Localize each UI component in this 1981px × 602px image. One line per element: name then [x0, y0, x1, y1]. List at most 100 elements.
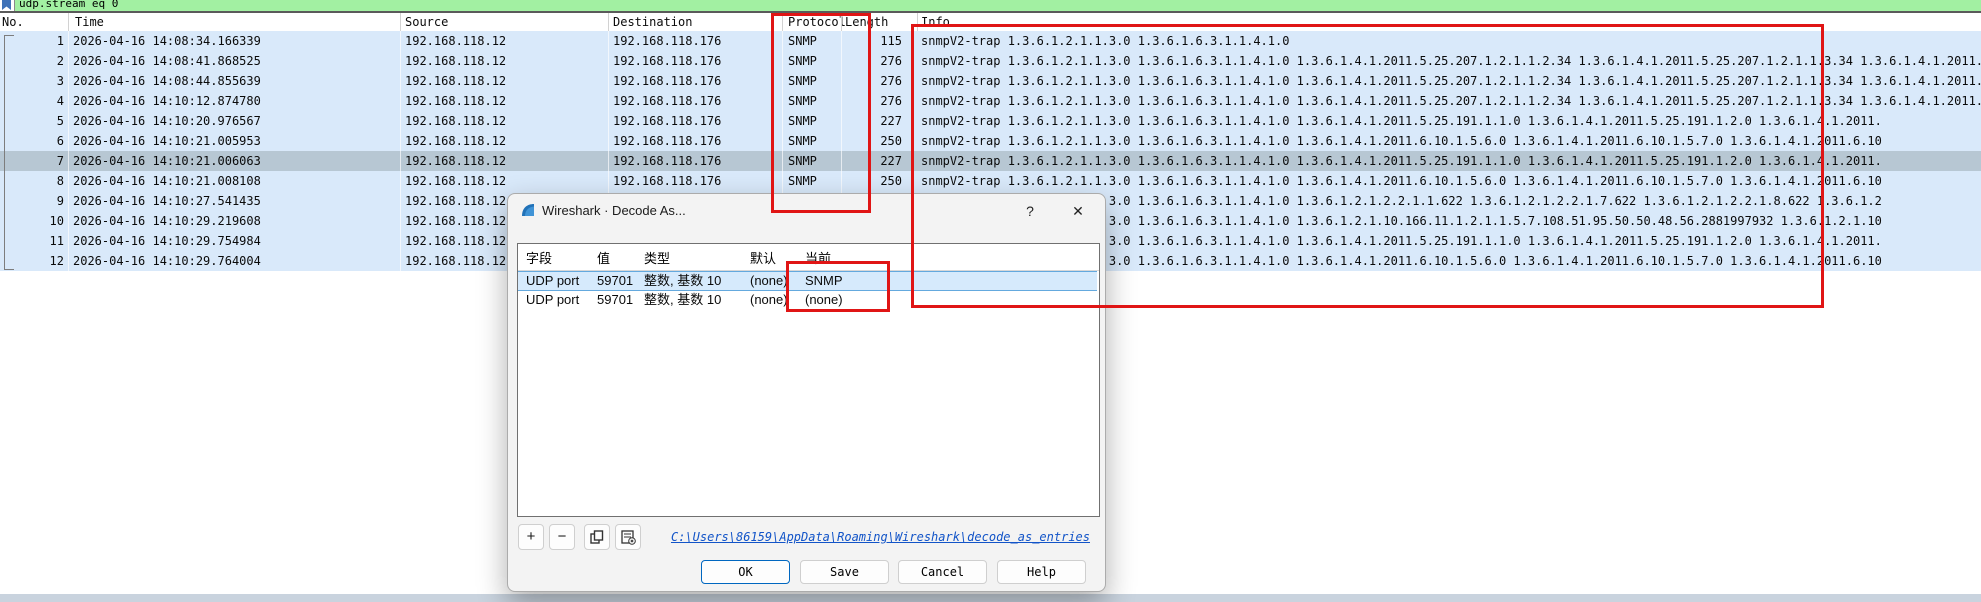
- conversation-bracket: [4, 35, 14, 270]
- cell-protocol: SNMP: [788, 114, 817, 128]
- cell-protocol: SNMP: [788, 34, 817, 48]
- cell-destination: 192.168.118.176: [613, 94, 722, 108]
- row-column-divider: [68, 31, 69, 271]
- ok-button[interactable]: OK: [701, 560, 790, 584]
- display-filter-bar[interactable]: udp.stream eq 0: [0, 0, 1981, 13]
- col-header-source[interactable]: Source: [405, 15, 448, 29]
- cell-no: 6: [56, 134, 64, 148]
- cell-destination: 192.168.118.176: [613, 154, 722, 168]
- cell-no: 10: [49, 214, 64, 228]
- packet-row-6[interactable]: 6 2026-04-16 14:10:21.005953 192.168.118…: [0, 131, 1981, 151]
- cell-no: 9: [56, 194, 64, 208]
- cell-current[interactable]: (none): [805, 291, 843, 309]
- cell-source: 192.168.118.12: [405, 94, 507, 108]
- cell-no: 1: [56, 34, 64, 48]
- packet-row-1[interactable]: 1 2026-04-16 14:08:34.166339 192.168.118…: [0, 31, 1981, 51]
- cell-time: 2026-04-16 14:10:27.541435: [73, 194, 261, 208]
- col-header-default[interactable]: 默认: [750, 248, 776, 267]
- cell-time: 2026-04-16 14:10:12.874780: [73, 94, 261, 108]
- col-header-info[interactable]: Info: [921, 15, 950, 29]
- packet-row-3[interactable]: 3 2026-04-16 14:08:44.855639 192.168.118…: [0, 71, 1981, 91]
- help-button[interactable]: Help: [997, 560, 1086, 584]
- save-button[interactable]: Save: [800, 560, 889, 584]
- cell-time: 2026-04-16 14:08:41.868525: [73, 54, 261, 68]
- col-header-value[interactable]: 值: [597, 248, 610, 267]
- cell-source: 192.168.118.12: [405, 114, 507, 128]
- cell-current[interactable]: SNMP: [805, 272, 843, 290]
- column-divider[interactable]: [68, 13, 69, 31]
- cell-info: snmpV2-trap 1.3.6.1.2.1.1.3.0 1.3.6.1.6.…: [921, 74, 1981, 88]
- cell-source: 192.168.118.12: [405, 134, 507, 148]
- taskbar-edge: [0, 594, 1981, 602]
- cell-no: 8: [56, 174, 64, 188]
- column-divider[interactable]: [917, 13, 918, 31]
- col-header-type[interactable]: 类型: [644, 248, 670, 267]
- cell-protocol: SNMP: [788, 174, 817, 188]
- clear-rules-button[interactable]: [615, 524, 641, 550]
- cell-time: 2026-04-16 14:10:21.005953: [73, 134, 261, 148]
- column-divider[interactable]: [400, 13, 401, 31]
- col-header-length[interactable]: Length: [845, 15, 888, 29]
- packet-row-5[interactable]: 5 2026-04-16 14:10:20.976567 192.168.118…: [0, 111, 1981, 131]
- packet-row-4[interactable]: 4 2026-04-16 14:10:12.874780 192.168.118…: [0, 91, 1981, 111]
- column-divider[interactable]: [608, 13, 609, 31]
- wireshark-window: udp.stream eq 0 No. Time Source Destinat…: [0, 0, 1981, 602]
- cell-protocol: SNMP: [788, 94, 817, 108]
- cell-info: snmpV2-trap 1.3.6.1.2.1.1.3.0 1.3.6.1.6.…: [921, 154, 1882, 168]
- cell-value: 59701: [597, 273, 634, 288]
- cell-destination: 192.168.118.176: [613, 74, 722, 88]
- column-divider[interactable]: [841, 13, 842, 31]
- add-rule-button[interactable]: +: [518, 524, 544, 550]
- decode-as-entries-path-link[interactable]: C:\Users\86159\AppData\Roaming\Wireshark…: [671, 530, 1090, 544]
- dialog-close-button[interactable]: ✕: [1066, 199, 1090, 223]
- remove-rule-button[interactable]: −: [549, 524, 575, 550]
- cell-length: 250: [880, 134, 902, 148]
- display-filter-input[interactable]: udp.stream eq 0: [19, 0, 118, 10]
- cell-length: 250: [880, 174, 902, 188]
- col-header-destination[interactable]: Destination: [613, 15, 692, 29]
- col-header-protocol[interactable]: Protocol: [788, 15, 846, 29]
- cell-protocol: SNMP: [788, 54, 817, 68]
- cell-info: snmpV2-trap 1.3.6.1.2.1.1.3.0 1.3.6.1.6.…: [921, 54, 1981, 68]
- cell-info: snmpV2-trap 1.3.6.1.2.1.1.3.0 1.3.6.1.6.…: [921, 134, 1882, 148]
- cell-info: snmpV2-trap 1.3.6.1.2.1.1.3.0 1.3.6.1.6.…: [921, 94, 1981, 108]
- clear-list-icon: [620, 530, 636, 545]
- decode-rule-row-selected[interactable]: UDP port 59701 整数, 基数 10 (none) SNMP: [518, 271, 1097, 291]
- decode-as-table-header: 字段 值 类型 默认 当前: [518, 244, 1099, 271]
- col-header-field[interactable]: 字段: [526, 248, 552, 267]
- packet-row-8[interactable]: 8 2026-04-16 14:10:21.008108 192.168.118…: [0, 171, 1981, 191]
- cell-info: snmpV2-trap 1.3.6.1.2.1.1.3.0 1.3.6.1.6.…: [921, 114, 1882, 128]
- cell-no: 4: [56, 94, 64, 108]
- cell-info: snmpV2-trap 1.3.6.1.2.1.1.3.0 1.3.6.1.6.…: [921, 34, 1290, 48]
- column-divider[interactable]: [782, 13, 783, 31]
- filter-separator: [14, 0, 15, 11]
- decode-rule-row[interactable]: UDP port 59701 整数, 基数 10 (none) (none): [518, 291, 1097, 309]
- cell-source: 192.168.118.12: [405, 174, 507, 188]
- cell-length: 227: [880, 114, 902, 128]
- packet-row-7-selected[interactable]: 7 2026-04-16 14:10:21.006063 192.168.118…: [0, 151, 1981, 171]
- cell-time: 2026-04-16 14:08:44.855639: [73, 74, 261, 88]
- cell-source: 192.168.118.12: [405, 194, 507, 208]
- cell-no: 5: [56, 114, 64, 128]
- cell-source: 192.168.118.12: [405, 214, 507, 228]
- packet-row-2[interactable]: 2 2026-04-16 14:08:41.868525 192.168.118…: [0, 51, 1981, 71]
- cell-length: 115: [880, 34, 902, 48]
- cell-value: 59701: [597, 292, 634, 307]
- cell-type: 整数, 基数 10: [644, 292, 722, 307]
- copy-rules-button[interactable]: [584, 524, 610, 550]
- col-header-current[interactable]: 当前: [805, 248, 831, 267]
- cell-time: 2026-04-16 14:10:20.976567: [73, 114, 261, 128]
- cell-destination: 192.168.118.176: [613, 114, 722, 128]
- col-header-time[interactable]: Time: [75, 15, 104, 29]
- cell-field: UDP port: [526, 273, 580, 288]
- cell-protocol: SNMP: [788, 154, 817, 168]
- row-column-divider: [400, 31, 401, 271]
- cancel-button[interactable]: Cancel: [898, 560, 987, 584]
- dialog-help-button[interactable]: ?: [1018, 199, 1042, 223]
- cell-time: 2026-04-16 14:08:34.166339: [73, 34, 261, 48]
- col-header-no[interactable]: No.: [2, 15, 24, 29]
- cell-time: 2026-04-16 14:10:29.764004: [73, 254, 261, 268]
- filter-bookmark-box[interactable]: [0, 0, 14, 11]
- cell-source: 192.168.118.12: [405, 74, 507, 88]
- cell-type: 整数, 基数 10: [644, 273, 722, 288]
